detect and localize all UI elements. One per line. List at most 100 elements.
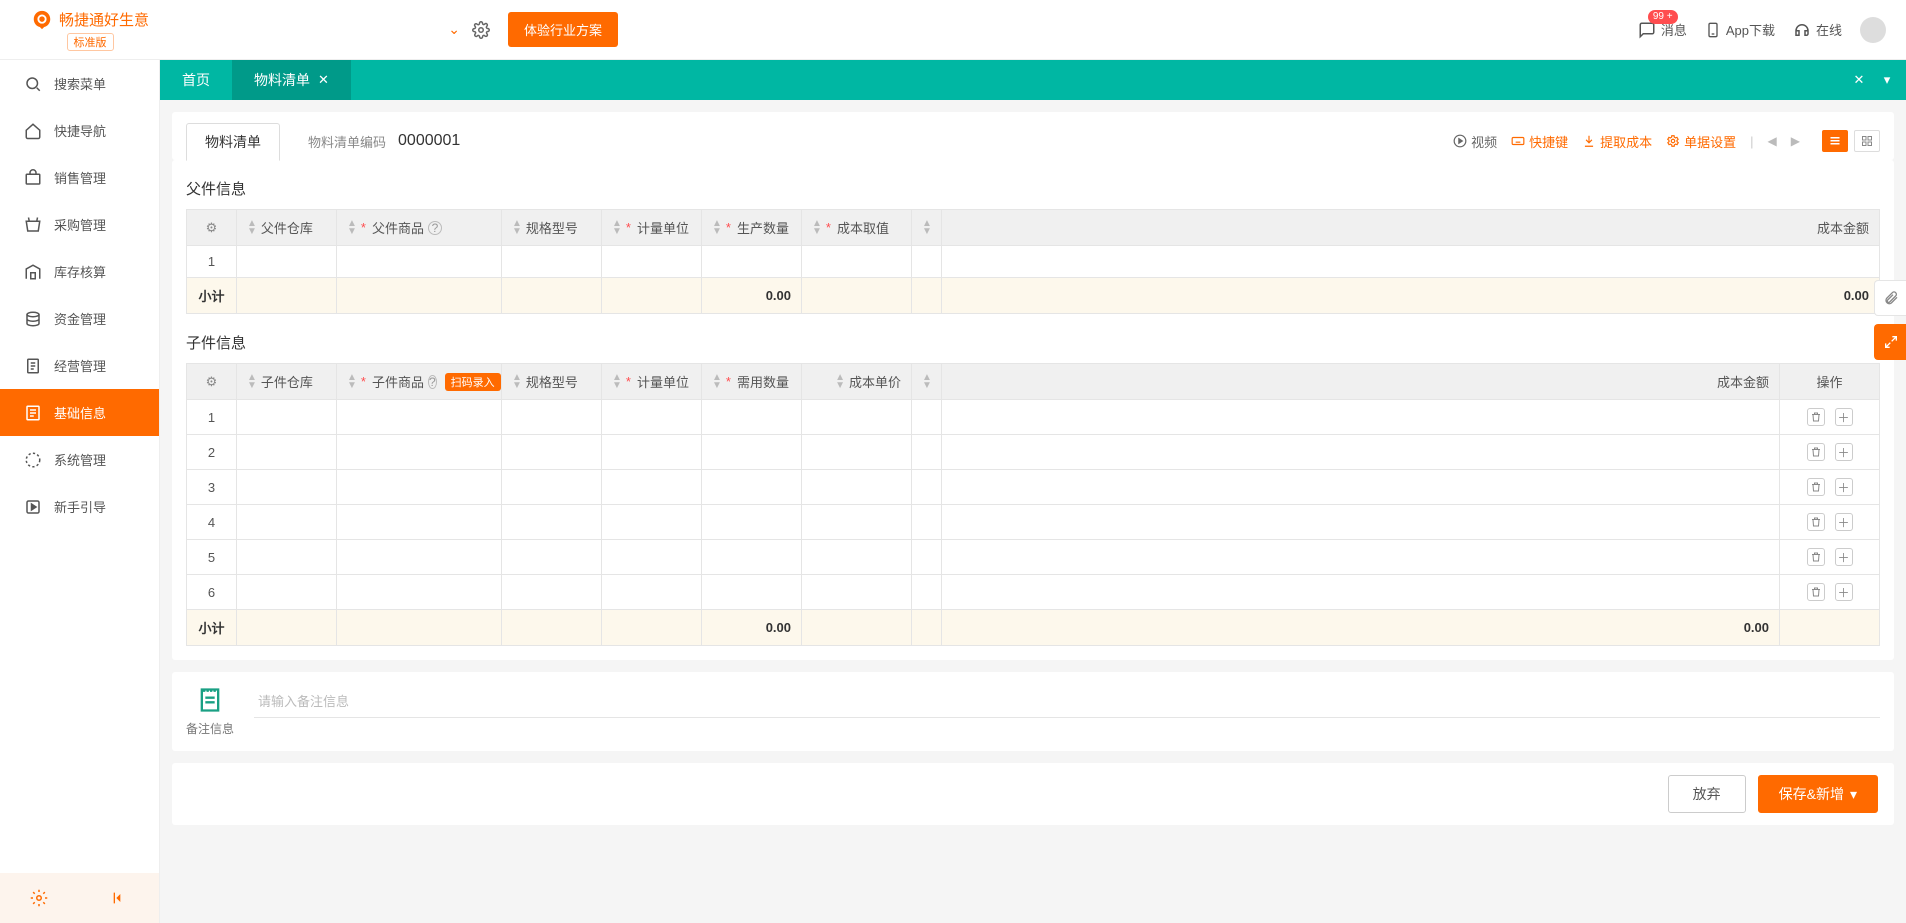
table-settings-icon[interactable]: ⚙ (206, 374, 218, 389)
guide-icon (24, 498, 42, 516)
help-icon[interactable]: ? (428, 375, 437, 389)
row-add-icon[interactable]: ＋ (1835, 548, 1853, 566)
view-card-button[interactable] (1854, 130, 1880, 152)
sidebar-item-guide[interactable]: 新手引导 (0, 483, 159, 530)
sort-icon[interactable]: ▲▼ (347, 374, 357, 390)
org-selector[interactable]: ⌄ (200, 21, 460, 38)
sort-icon[interactable]: ▲▼ (247, 374, 257, 390)
sort-icon[interactable]: ▲▼ (347, 220, 357, 236)
row-add-icon[interactable]: ＋ (1835, 443, 1853, 461)
brand-name: 畅捷通好生意 (59, 9, 149, 30)
industry-cta-button[interactable]: 体验行业方案 (508, 12, 618, 47)
sort-icon[interactable]: ▲▼ (835, 374, 845, 390)
sidebar-collapse-icon[interactable] (109, 890, 129, 906)
bom-code-value: 0000001 (398, 132, 460, 150)
tabbar-close-all-icon[interactable]: ✕ (1846, 67, 1872, 93)
user-avatar[interactable] (1860, 17, 1886, 43)
header-settings-icon[interactable] (472, 21, 490, 39)
row-add-icon[interactable]: ＋ (1835, 583, 1853, 601)
app-download-button[interactable]: App下载 (1705, 20, 1775, 39)
sidebar-item-search[interactable]: 搜索菜单 (0, 60, 159, 107)
sort-icon[interactable]: ▲▼ (612, 220, 622, 236)
purchase-icon (24, 216, 42, 234)
system-icon (24, 451, 42, 469)
search-icon (24, 75, 42, 93)
view-list-button[interactable] (1822, 130, 1848, 152)
parent-row[interactable]: 1 (187, 246, 1880, 278)
tabbar-more-icon[interactable]: ▾ (1874, 67, 1900, 93)
sidebar-settings-icon[interactable] (30, 889, 48, 907)
child-row[interactable]: 1＋ (187, 400, 1880, 435)
sort-icon[interactable]: ▲▼ (922, 374, 932, 390)
sidebar-item-basic[interactable]: 基础信息 (0, 389, 159, 436)
action-shortcut[interactable]: 快捷键 (1511, 132, 1568, 151)
scan-input-badge[interactable]: 扫码录入 (445, 373, 501, 391)
brand-icon (31, 9, 53, 31)
row-add-icon[interactable]: ＋ (1835, 478, 1853, 496)
sidebar-item-inventory[interactable]: 库存核算 (0, 248, 159, 295)
quicknav-icon (24, 122, 42, 140)
action-video[interactable]: 视频 (1453, 132, 1497, 151)
sort-icon[interactable]: ▲▼ (712, 374, 722, 390)
attachment-tool[interactable] (1874, 280, 1906, 316)
save-and-new-button[interactable]: 保存&新增 ▾ (1758, 775, 1878, 813)
online-service-button[interactable]: 在线 (1793, 20, 1842, 39)
sort-icon[interactable]: ▲▼ (512, 220, 522, 236)
play-circle-icon (1453, 134, 1467, 148)
action-doc-settings-label: 单据设置 (1684, 132, 1736, 151)
sort-icon[interactable]: ▲▼ (512, 374, 522, 390)
row-delete-icon[interactable] (1807, 513, 1825, 531)
operation-icon (24, 357, 42, 375)
messages-button[interactable]: 99 + 消息 (1638, 20, 1687, 39)
child-row[interactable]: 2＋ (187, 435, 1880, 470)
row-add-icon[interactable]: ＋ (1835, 513, 1853, 531)
bom-code-label: 物料清单编码 (308, 132, 386, 151)
row-delete-icon[interactable] (1807, 548, 1825, 566)
row-delete-icon[interactable] (1807, 478, 1825, 496)
tab-close-icon[interactable]: ✕ (318, 72, 329, 88)
row-add-icon[interactable]: ＋ (1835, 408, 1853, 426)
sidebar-item-sales[interactable]: 销售管理 (0, 154, 159, 201)
sidebar-item-label: 资金管理 (54, 309, 106, 328)
sidebar-item-quicknav[interactable]: 快捷导航 (0, 107, 159, 154)
sidebar-item-label: 销售管理 (54, 168, 106, 187)
nav-next-icon[interactable]: ▶ (1791, 134, 1800, 148)
sort-icon[interactable]: ▲▼ (922, 220, 932, 236)
remark-input[interactable] (254, 686, 1880, 718)
tab-bom[interactable]: 物料清单 ✕ (232, 60, 351, 100)
child-row[interactable]: 4＋ (187, 505, 1880, 540)
sort-icon[interactable]: ▲▼ (712, 220, 722, 236)
headset-icon (1793, 21, 1811, 39)
remark-card: 备注信息 (172, 672, 1894, 751)
table-settings-icon[interactable]: ⚙ (206, 220, 218, 235)
page-footer: 放弃 保存&新增 ▾ (172, 763, 1894, 825)
action-extract-cost[interactable]: 提取成本 (1582, 132, 1652, 151)
row-delete-icon[interactable] (1807, 583, 1825, 601)
expand-tool[interactable] (1874, 324, 1906, 360)
nav-prev-icon[interactable]: ◀ (1768, 134, 1777, 148)
row-delete-icon[interactable] (1807, 443, 1825, 461)
child-row[interactable]: 5＋ (187, 540, 1880, 575)
help-icon[interactable]: ? (428, 221, 442, 235)
col-child-unitcost: 成本单价 (849, 372, 901, 391)
sidebar-item-system[interactable]: 系统管理 (0, 436, 159, 483)
avatar-circle (1860, 17, 1886, 43)
child-row[interactable]: 3＋ (187, 470, 1880, 505)
action-doc-settings[interactable]: 单据设置 (1666, 132, 1736, 151)
parent-subtotal-qty: 0.00 (702, 278, 802, 314)
discard-button[interactable]: 放弃 (1668, 775, 1746, 813)
sidebar-item-operation[interactable]: 经营管理 (0, 342, 159, 389)
sort-icon[interactable]: ▲▼ (612, 374, 622, 390)
page-tab-bom[interactable]: 物料清单 (186, 123, 280, 161)
sidebar-item-funds[interactable]: 资金管理 (0, 295, 159, 342)
sort-icon[interactable]: ▲▼ (812, 220, 822, 236)
brand-logo: 畅捷通好生意 标准版 (20, 9, 160, 51)
tab-home[interactable]: 首页 (160, 60, 232, 100)
sort-icon[interactable]: ▲▼ (247, 220, 257, 236)
col-parent-qty: 生产数量 (737, 218, 789, 237)
row-delete-icon[interactable] (1807, 408, 1825, 426)
child-row[interactable]: 6＋ (187, 575, 1880, 610)
main-area: 首页 物料清单 ✕ ✕ ▾ 物料清单 物料清单编码 0000001 (160, 60, 1906, 923)
sidebar-item-purchase[interactable]: 采购管理 (0, 201, 159, 248)
col-child-ops: 操作 (1816, 375, 1842, 390)
